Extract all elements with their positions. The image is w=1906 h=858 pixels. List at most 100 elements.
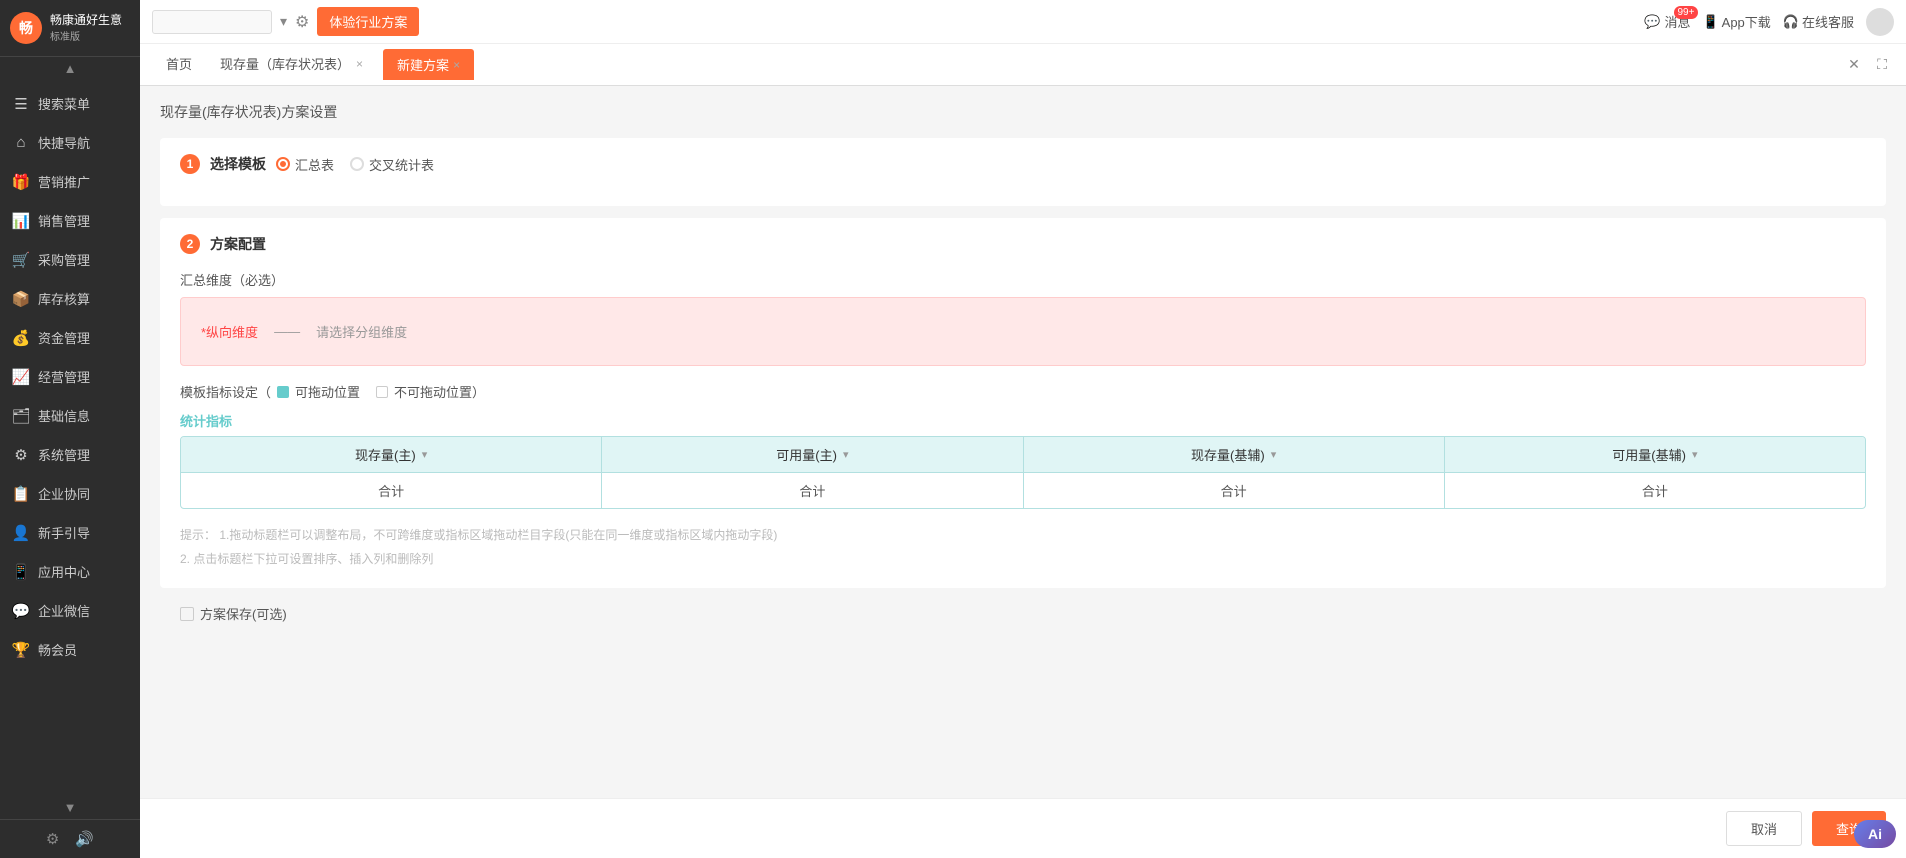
sidebar-logo-badge: 标准版	[50, 28, 122, 43]
radio-cross-dot	[350, 157, 364, 171]
non-draggable-indicator	[376, 386, 388, 398]
footer-audio-icon[interactable]: 🔊	[75, 830, 94, 848]
col-current-aux[interactable]: 现存量(基辅) ▾	[1024, 437, 1445, 472]
col-current-main[interactable]: 现存量(主) ▾	[181, 437, 602, 472]
purchase-icon: 🛒	[12, 251, 30, 269]
sidebar-scroll-up[interactable]: ▲	[0, 57, 140, 80]
sidebar-item-operations[interactable]: 📈 经营管理	[0, 357, 140, 396]
enterprise-icon: 📋	[12, 485, 30, 503]
page-title: 现存量(库存状况表)方案设置	[160, 102, 1886, 122]
section1-title: 选择模板	[210, 154, 266, 174]
tab-panel-controls: ✕ ⛶	[1842, 53, 1894, 77]
dimension-area[interactable]: *纵向维度 —— 请选择分组维度	[180, 297, 1866, 366]
radio-summary[interactable]: 汇总表	[276, 155, 334, 174]
sidebar-item-label-search-menu: 搜索菜单	[38, 94, 90, 113]
main-area: ▾ ⚙ 体验行业方案 💬 消息 99+ 📱 App下载 🎧 在线客服 首页	[140, 0, 1906, 858]
tab-new-plan-close[interactable]: ×	[453, 58, 460, 72]
cancel-button[interactable]: 取消	[1726, 811, 1802, 846]
dim-placeholder: 请选择分组维度	[316, 322, 407, 341]
close-panel-btn[interactable]: ✕	[1842, 53, 1866, 77]
sidebar-item-enterprise[interactable]: 📋 企业协同	[0, 474, 140, 513]
indicator-settings-label: 模板指标设定（ 可拖动位置 不可拖动位置）	[180, 382, 1866, 401]
sidebar-item-label-purchase: 采购管理	[38, 250, 90, 269]
sidebar-item-label-app-center: 应用中心	[38, 562, 90, 581]
section-plan-config: 2 方案配置 汇总维度（必选） *纵向维度 —— 请选择分组维度 模板指标设定（…	[160, 218, 1886, 588]
topbar-user-avatar[interactable]	[1866, 8, 1894, 36]
section-template-select: 1 选择模板 汇总表 交叉统计表	[160, 138, 1886, 206]
topbar-settings-icon[interactable]: ⚙	[295, 12, 309, 32]
radio-summary-dot	[276, 157, 290, 171]
topbar-app-download[interactable]: 📱 App下载	[1702, 12, 1770, 31]
message-icon: 💬	[1644, 14, 1660, 30]
sidebar-item-label-finance: 资金管理	[38, 328, 90, 347]
sidebar-item-label-operations: 经营管理	[38, 367, 90, 386]
action-bar: 取消 查询	[140, 798, 1906, 858]
sidebar-logo: 畅 畅康通好生意 标准版	[0, 0, 140, 57]
search-menu-icon: ☰	[12, 95, 30, 113]
expand-panel-btn[interactable]: ⛶	[1870, 53, 1894, 77]
sales-icon: 📊	[12, 212, 30, 230]
tab-inventory-status-close[interactable]: ×	[356, 57, 363, 71]
col-current-aux-chevron: ▾	[1271, 448, 1277, 461]
topbar-search-input[interactable]	[152, 10, 272, 34]
sidebar-item-app-center[interactable]: 📱 应用中心	[0, 552, 140, 591]
cell-3: 合计	[1445, 473, 1865, 508]
sidebar-item-quick-nav[interactable]: ⌂ 快捷导航	[0, 123, 140, 162]
message-badge: 99+	[1674, 6, 1699, 19]
sidebar-item-wechat[interactable]: 💬 企业微信	[0, 591, 140, 630]
sidebar-item-inventory[interactable]: 📦 库存核算	[0, 279, 140, 318]
topbar-dropdown-btn[interactable]: ▾	[280, 13, 287, 30]
col-available-main[interactable]: 可用量(主) ▾	[602, 437, 1023, 472]
sidebar-item-finance[interactable]: 💰 资金管理	[0, 318, 140, 357]
system-icon: ⚙	[12, 446, 30, 464]
tab-new-plan-label: 新建方案	[397, 55, 449, 74]
sidebar-item-sales[interactable]: 📊 销售管理	[0, 201, 140, 240]
sidebar-scroll-down[interactable]: ▼	[0, 796, 140, 819]
sidebar-item-marketing[interactable]: 🎁 营销推广	[0, 162, 140, 201]
sidebar-nav: ☰ 搜索菜单 ⌂ 快捷导航 🎁 营销推广 📊 销售管理 🛒 采购管理 📦 库存核…	[0, 80, 140, 796]
radio-cross[interactable]: 交叉统计表	[350, 155, 434, 174]
sidebar-item-purchase[interactable]: 🛒 采购管理	[0, 240, 140, 279]
operations-icon: 📈	[12, 368, 30, 386]
footer-settings-icon[interactable]: ⚙	[46, 830, 59, 848]
stats-table-header: 现存量(主) ▾ 可用量(主) ▾ 现存量(基辅) ▾ 可用量(基辅) ▾	[181, 437, 1865, 472]
section1-header: 1 选择模板 汇总表 交叉统计表	[180, 154, 1866, 174]
tab-new-plan[interactable]: 新建方案 ×	[383, 49, 474, 80]
indicator-label-text: 模板指标设定（	[180, 382, 271, 401]
app-download-icon: 📱	[1702, 14, 1718, 30]
topbar-online-service[interactable]: 🎧 在线客服	[1783, 12, 1854, 31]
col-current-aux-label: 现存量(基辅)	[1191, 445, 1265, 464]
sidebar-item-base-info[interactable]: 🗂 基础信息	[0, 396, 140, 435]
sidebar-item-search-menu[interactable]: ☰ 搜索菜单	[0, 84, 140, 123]
dim-line: ——	[274, 324, 300, 339]
col-available-aux[interactable]: 可用量(基辅) ▾	[1445, 437, 1865, 472]
tab-home-label: 首页	[166, 54, 192, 73]
tab-inventory-status[interactable]: 现存量（库存状况表） ×	[206, 44, 377, 85]
hint-1: 提示： 1.拖动标题栏可以调整布局，不可跨维度或指标区域拖动栏目字段(只能在同一…	[180, 525, 1866, 547]
dim-label: 汇总维度（必选）	[180, 270, 1866, 289]
wechat-icon: 💬	[12, 602, 30, 620]
ai-badge[interactable]: Ai	[1854, 820, 1896, 848]
template-radio-group: 汇总表 交叉统计表	[276, 155, 434, 174]
plan-save-checkbox[interactable]	[180, 607, 194, 621]
sidebar-item-newcomer[interactable]: 👤 新手引导	[0, 513, 140, 552]
sidebar-item-label-marketing: 营销推广	[38, 172, 90, 191]
app-download-label: App下载	[1722, 12, 1771, 31]
stats-table: 现存量(主) ▾ 可用量(主) ▾ 现存量(基辅) ▾ 可用量(基辅) ▾	[180, 436, 1866, 509]
sidebar-item-member[interactable]: 🏆 畅会员	[0, 630, 140, 669]
radio-cross-label: 交叉统计表	[369, 155, 434, 174]
section2-header: 2 方案配置	[180, 234, 1866, 254]
topbar-industry-btn[interactable]: 体验行业方案	[317, 7, 419, 36]
sidebar-item-system[interactable]: ⚙ 系统管理	[0, 435, 140, 474]
sidebar-logo-text: 畅康通好生意	[50, 13, 122, 29]
tabs-bar: 首页 现存量（库存状况表） × 新建方案 × ✕ ⛶	[140, 44, 1906, 86]
base-info-icon: 🗂	[12, 407, 30, 425]
tab-home[interactable]: 首页	[152, 44, 206, 85]
page-content: 现存量(库存状况表)方案设置 1 选择模板 汇总表 交叉统计表	[140, 86, 1906, 798]
cell-1: 合计	[602, 473, 1023, 508]
topbar-message[interactable]: 💬 消息 99+	[1644, 12, 1690, 31]
inventory-icon: 📦	[12, 290, 30, 308]
tab-inventory-status-label: 现存量（库存状况表）	[220, 54, 350, 73]
hint-2: 2. 点击标题栏下拉可设置排序、插入列和删除列	[180, 549, 1866, 571]
sidebar-item-label-sales: 销售管理	[38, 211, 90, 230]
